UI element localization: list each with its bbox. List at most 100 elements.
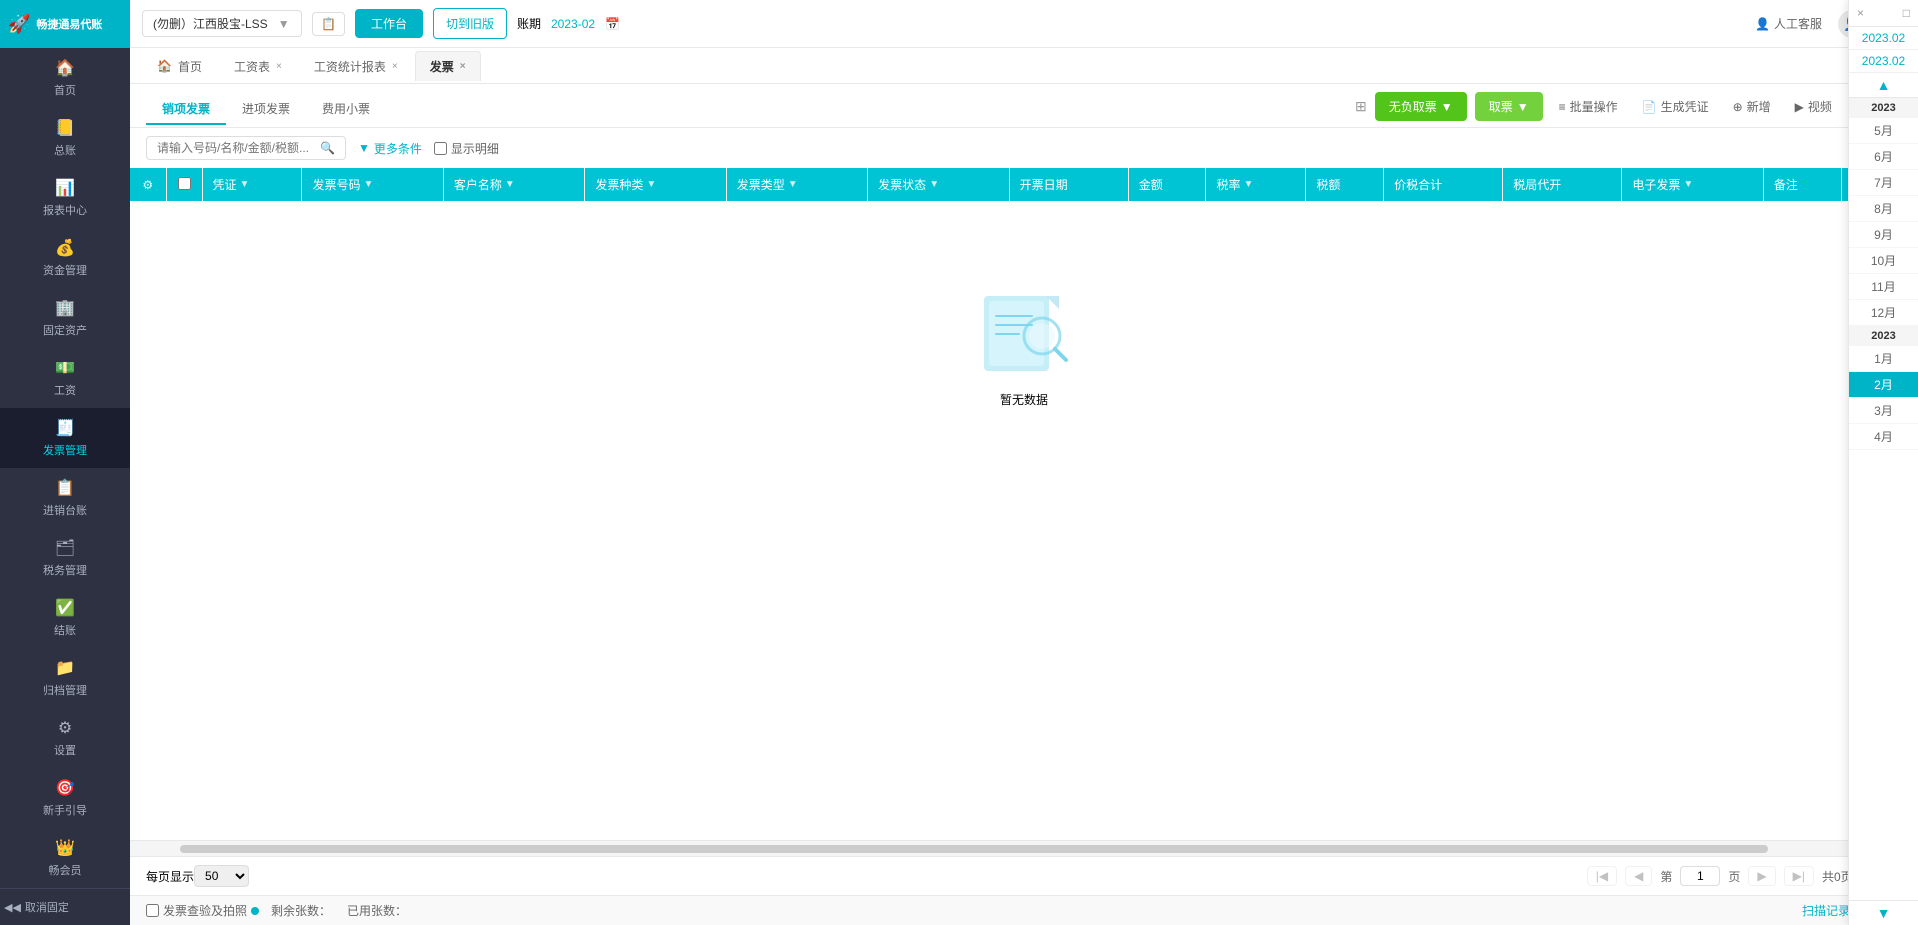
date-year-item-header1[interactable]: 2023.02 — [1849, 27, 1918, 50]
invoice-no-filter-icon[interactable]: ▼ — [364, 179, 374, 190]
sidebar-item-payroll[interactable]: 💵 工资 — [0, 348, 130, 408]
th-invoice-category: 发票类型 ▼ — [726, 168, 867, 201]
prev-page-btn[interactable]: ◀ — [1625, 866, 1652, 886]
sidebar-item-report-label: 报表中心 — [43, 202, 87, 218]
date-month-6[interactable]: 6月 — [1849, 144, 1918, 170]
page-size-select[interactable]: 50 20 100 — [194, 865, 249, 887]
date-month-8[interactable]: 8月 — [1849, 196, 1918, 222]
invoice-status-filter-icon[interactable]: ▼ — [929, 179, 939, 190]
sidebar-item-closing-label: 结账 — [54, 622, 76, 638]
show-detail-input[interactable] — [434, 142, 447, 155]
pin-icon: ◀◀ — [4, 901, 21, 914]
select-all-checkbox[interactable] — [178, 177, 191, 190]
sub-tab-outbound[interactable]: 销项发票 — [146, 94, 226, 125]
sidebar-pin-toggle[interactable]: ◀◀ 取消固定 — [0, 888, 130, 925]
page-input[interactable] — [1680, 866, 1720, 886]
new-btn[interactable]: ⊕ 新增 — [1725, 94, 1779, 119]
filter-icon: ▼ — [358, 141, 370, 155]
tab-home[interactable]: 🏠 首页 — [142, 51, 217, 81]
customer-filter-icon[interactable]: ▼ — [505, 179, 515, 190]
first-page-btn[interactable]: |◀ — [1587, 866, 1617, 886]
date-month-9[interactable]: 9月 — [1849, 222, 1918, 248]
sidebar-item-home-label: 首页 — [54, 82, 76, 98]
date-month-10[interactable]: 10月 — [1849, 248, 1918, 274]
generate-voucher-label: 生成凭证 — [1661, 98, 1709, 115]
generate-voucher-btn[interactable]: 📄 生成凭证 — [1634, 94, 1717, 119]
show-detail-checkbox[interactable]: 显示明细 — [434, 140, 499, 157]
grid-view-icon[interactable]: ⊞ — [1355, 98, 1367, 115]
batch-ops-btn[interactable]: ≡ 批量操作 — [1551, 94, 1626, 119]
sidebar-item-archive[interactable]: 📁 归档管理 — [0, 648, 130, 708]
video-btn[interactable]: ▶ 视频 — [1787, 94, 1840, 119]
sidebar-item-home[interactable]: 🏠 首页 — [0, 48, 130, 108]
copy-button[interactable]: 📋 — [312, 12, 345, 36]
next-page-btn[interactable]: ▶ — [1748, 866, 1775, 886]
date-month-7[interactable]: 7月 — [1849, 170, 1918, 196]
th-settings[interactable]: ⚙ — [130, 168, 166, 201]
date-month-2-active[interactable]: 2月 — [1849, 372, 1918, 398]
tab-invoice-close-icon[interactable]: × — [460, 61, 466, 72]
date-year-item-header2[interactable]: 2023.02 — [1849, 50, 1918, 73]
sidebar-item-guide-label: 新手引导 — [43, 802, 87, 818]
date-month-4[interactable]: 4月 — [1849, 424, 1918, 450]
empty-text: 暂无数据 — [1000, 391, 1048, 408]
get-invoice-btn[interactable]: 取票 ▼ — [1475, 92, 1543, 121]
date-month-5[interactable]: 5月 — [1849, 118, 1918, 144]
tab-payroll-close-icon[interactable]: × — [276, 61, 282, 72]
scan-record-link[interactable]: 扫描记录 — [1802, 902, 1850, 919]
voucher-filter-icon[interactable]: ▼ — [240, 179, 250, 190]
invoice-category-filter-icon[interactable]: ▼ — [788, 179, 798, 190]
e-invoice-filter-icon[interactable]: ▼ — [1683, 179, 1693, 190]
sidebar-item-vip[interactable]: 👑 畅会员 — [0, 828, 130, 888]
tab-invoice[interactable]: 发票 × — [415, 51, 481, 81]
date-sidebar-expand-icon[interactable]: □ — [1903, 6, 1910, 20]
search-box: 🔍 — [146, 136, 346, 160]
date-sidebar-close-icon[interactable]: × — [1857, 6, 1864, 20]
sidebar-item-closing[interactable]: ✅ 结账 — [0, 588, 130, 648]
date-month-12[interactable]: 12月 — [1849, 300, 1918, 326]
period-value: 2023-02 — [551, 17, 595, 31]
tab-payroll-report[interactable]: 工资统计报表 × — [299, 51, 413, 81]
search-input[interactable] — [157, 141, 314, 155]
workspace-button[interactable]: 工作台 — [355, 9, 423, 38]
date-month-3[interactable]: 3月 — [1849, 398, 1918, 424]
horizontal-scrollbar[interactable] — [130, 840, 1918, 856]
th-tax-code: 税局代开 — [1503, 168, 1622, 201]
date-scroll-down-btn[interactable]: ▼ — [1849, 900, 1918, 925]
date-scroll-up-btn[interactable]: ▲ — [1849, 73, 1918, 98]
no-invoice-btn[interactable]: 无负取票 ▼ — [1375, 92, 1467, 121]
company-selector[interactable]: (勿删）江西股宝-LSS ▼ — [142, 10, 302, 37]
sidebar-item-settings[interactable]: ⚙ 设置 — [0, 708, 130, 768]
tab-payroll[interactable]: 工资表 × — [219, 51, 297, 81]
content-area: 销项发票 进项发票 费用小票 ⊞ 无负取票 ▼ 取票 ▼ ≡ — [130, 84, 1918, 925]
sub-tab-expense[interactable]: 费用小票 — [306, 94, 386, 125]
sidebar-item-assets[interactable]: 🏢 固定资产 — [0, 288, 130, 348]
tax-rate-filter-icon[interactable]: ▼ — [1243, 179, 1253, 190]
sidebar-item-sales[interactable]: 📋 进销台账 — [0, 468, 130, 528]
customer-service[interactable]: 👤 人工客服 — [1755, 15, 1822, 32]
sidebar-item-finance[interactable]: 💰 资金管理 — [0, 228, 130, 288]
dot-icon — [251, 907, 259, 915]
date-month-11[interactable]: 11月 — [1849, 274, 1918, 300]
tab-payroll-report-close-icon[interactable]: × — [392, 61, 398, 72]
tab-invoice-label: 发票 — [430, 58, 454, 75]
invoice-type-filter-icon[interactable]: ▼ — [646, 179, 656, 190]
more-conditions-btn[interactable]: ▼ 更多条件 — [358, 140, 422, 157]
sub-tab-inbound[interactable]: 进项发票 — [226, 94, 306, 125]
guide-icon: 🎯 — [55, 778, 75, 798]
date-month-1[interactable]: 1月 — [1849, 346, 1918, 372]
last-page-btn[interactable]: ▶| — [1784, 866, 1814, 886]
sidebar-item-guide[interactable]: 🎯 新手引导 — [0, 768, 130, 828]
sidebar-item-ledger[interactable]: 📒 总账 — [0, 108, 130, 168]
footer-bar: 发票查验及拍照 剩余张数： 已用张数： 扫描记录 去充值 — [130, 895, 1918, 925]
sidebar-item-report[interactable]: 📊 报表中心 — [0, 168, 130, 228]
th-checkbox[interactable] — [166, 168, 202, 201]
remaining-label: 剩余张数： — [271, 902, 331, 919]
sidebar-item-tax[interactable]: 🗂 税务管理 — [0, 528, 130, 588]
old-version-button[interactable]: 切到旧版 — [433, 8, 507, 39]
search-icon: 🔍 — [320, 141, 335, 155]
sidebar-item-invoice[interactable]: 🧾 发票管理 — [0, 408, 130, 468]
invoice-verify-checkbox[interactable] — [146, 904, 159, 917]
calendar-icon: 📅 — [605, 17, 620, 31]
sub-tab-expense-label: 费用小票 — [322, 102, 370, 116]
